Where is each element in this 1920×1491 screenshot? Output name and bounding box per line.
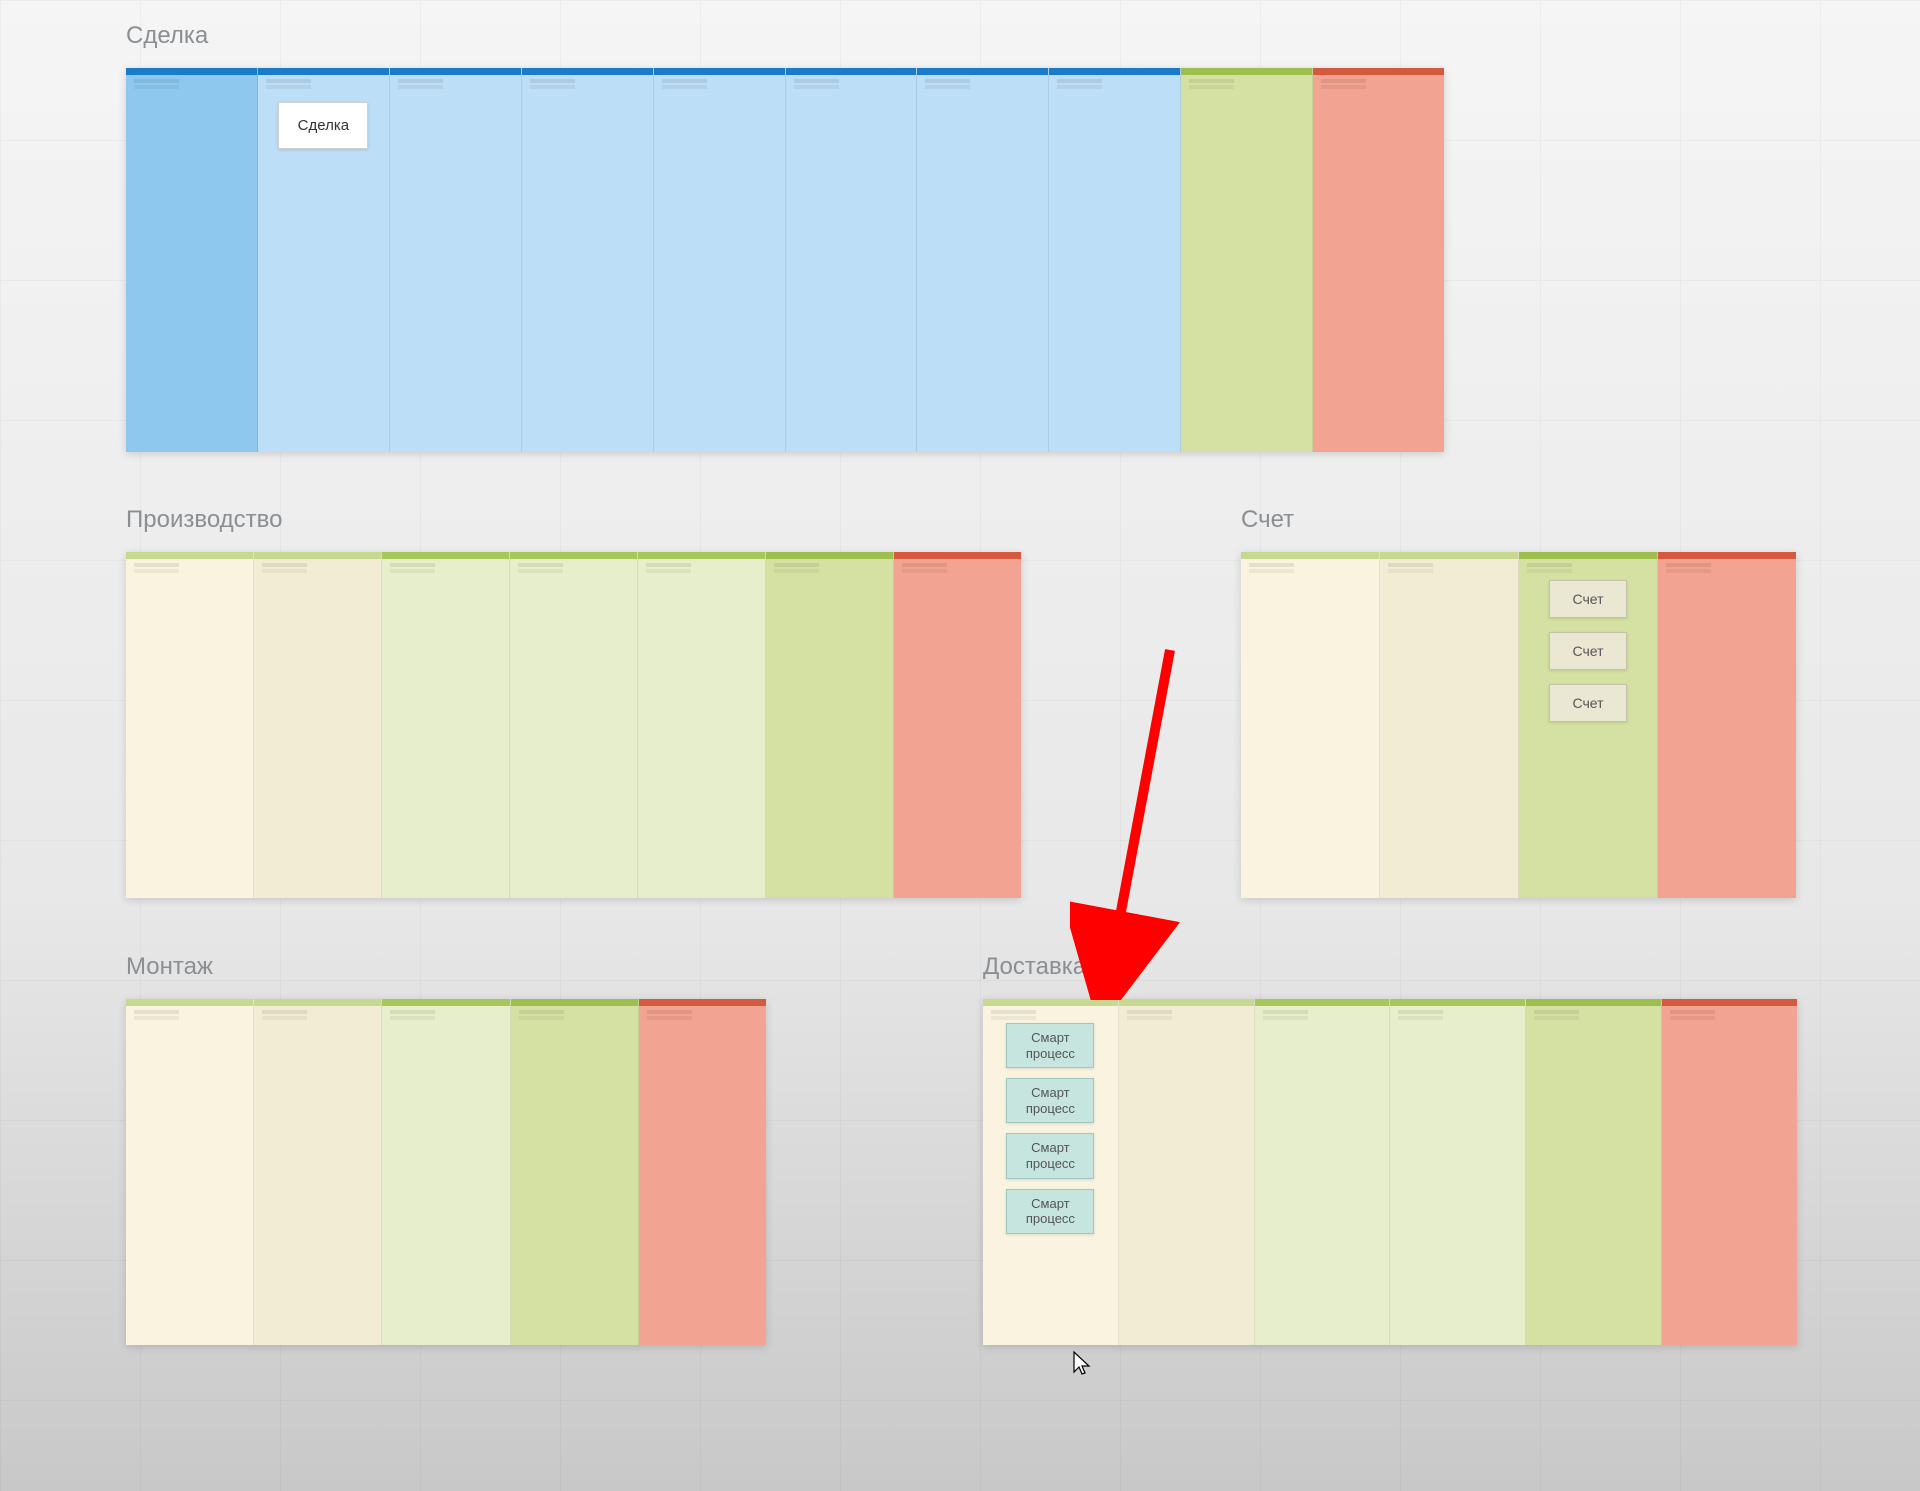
board-delivery[interactable]: Смарт процесс Смарт процесс Смарт процес… [983, 999, 1797, 1345]
deal-column[interactable] [654, 68, 786, 452]
delivery-card[interactable]: Смарт процесс [1006, 1189, 1094, 1234]
board-title-deal: Сделка [126, 22, 208, 50]
delivery-column[interactable] [1255, 999, 1391, 1345]
deal-card[interactable]: Сделка [278, 102, 368, 149]
installation-column[interactable] [126, 999, 254, 1345]
invoice-card[interactable]: Счет [1549, 632, 1627, 670]
invoice-column-won[interactable]: Счет Счет Счет [1519, 552, 1658, 898]
deal-column[interactable]: Сделка [258, 68, 390, 452]
delivery-column-won[interactable] [1526, 999, 1662, 1345]
deal-column-lost[interactable] [1313, 68, 1444, 452]
production-column-lost[interactable] [894, 552, 1021, 898]
deal-column[interactable] [786, 68, 918, 452]
installation-column[interactable] [382, 999, 510, 1345]
board-title-installation: Монтаж [126, 953, 213, 981]
production-column[interactable] [382, 552, 510, 898]
deal-column-won[interactable] [1181, 68, 1313, 452]
board-invoice[interactable]: Счет Счет Счет [1241, 552, 1796, 898]
installation-column-won[interactable] [511, 999, 639, 1345]
delivery-card[interactable]: Смарт процесс [1006, 1078, 1094, 1123]
board-title-production: Производство [126, 506, 282, 534]
deal-column[interactable] [1049, 68, 1181, 452]
board-production[interactable] [126, 552, 1021, 898]
invoice-column-lost[interactable] [1658, 552, 1796, 898]
board-deal[interactable]: Сделка [126, 68, 1444, 452]
deal-column[interactable] [126, 68, 258, 452]
production-column[interactable] [510, 552, 638, 898]
deal-column[interactable] [390, 68, 522, 452]
deal-column[interactable] [917, 68, 1049, 452]
delivery-card[interactable]: Смарт процесс [1006, 1133, 1094, 1178]
invoice-column[interactable] [1380, 552, 1519, 898]
delivery-column[interactable] [1390, 999, 1526, 1345]
cursor-icon [1072, 1350, 1092, 1382]
board-title-delivery: Доставка [983, 953, 1086, 981]
invoice-card[interactable]: Счет [1549, 684, 1627, 722]
invoice-card[interactable]: Счет [1549, 580, 1627, 618]
production-column-won[interactable] [766, 552, 894, 898]
board-title-invoice: Счет [1241, 506, 1294, 534]
installation-column-lost[interactable] [639, 999, 766, 1345]
delivery-column[interactable] [1119, 999, 1255, 1345]
delivery-card[interactable]: Смарт процесс [1006, 1023, 1094, 1068]
deal-column[interactable] [522, 68, 654, 452]
invoice-column[interactable] [1241, 552, 1380, 898]
production-column[interactable] [126, 552, 254, 898]
delivery-column[interactable]: Смарт процесс Смарт процесс Смарт процес… [983, 999, 1119, 1345]
board-installation[interactable] [126, 999, 766, 1345]
production-column[interactable] [254, 552, 382, 898]
delivery-column-lost[interactable] [1662, 999, 1797, 1345]
arrow-icon [1070, 640, 1190, 1000]
installation-column[interactable] [254, 999, 382, 1345]
production-column[interactable] [638, 552, 766, 898]
